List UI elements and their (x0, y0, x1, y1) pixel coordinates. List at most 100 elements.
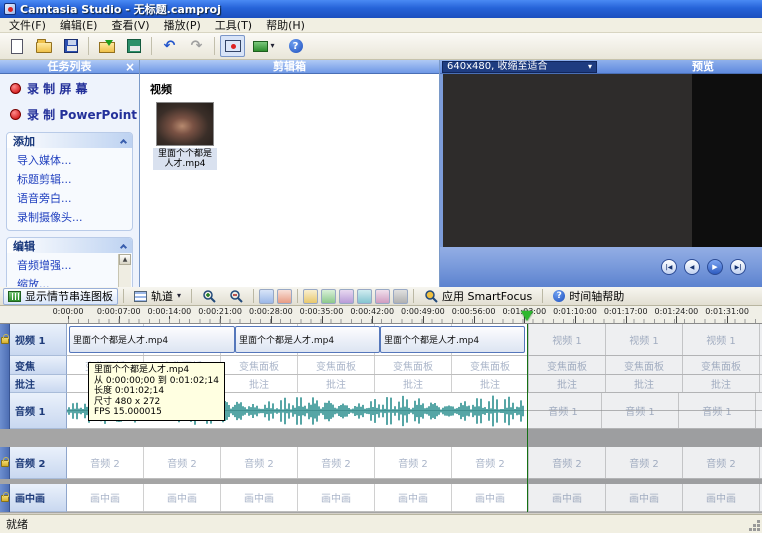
produce-button[interactable] (121, 35, 146, 57)
edit-section-header[interactable]: 编辑 (7, 238, 132, 253)
timeline-toolbar: 显示情节串连图板 轨道 ▾ 应用 SmartFocus ? 时间轴帮助 (0, 287, 762, 306)
save-project-button[interactable] (58, 35, 83, 57)
timeline-clip-1[interactable]: 里面个个都是人才.mp4 (69, 326, 235, 353)
link-title-clips[interactable]: 标题剪辑... (17, 171, 128, 187)
show-storyboard-label: 显示情节串连图板 (25, 288, 113, 304)
record-screen-label: 录 制 屏 幕 (27, 80, 88, 97)
ghost-label: 画中画 (529, 484, 606, 511)
ruler-tick-label: 0:00:42:00 (350, 307, 394, 316)
save-icon (64, 39, 78, 53)
menu-bar: 文件(F) 编辑(E) 查看(V) 播放(P) 工具(T) 帮助(H) (0, 18, 762, 33)
playhead-line[interactable] (527, 324, 528, 512)
close-icon[interactable]: × (125, 60, 135, 74)
split-tool-button[interactable] (259, 289, 274, 304)
timeline-clip-3[interactable]: 里面个个都是人才.mp4 (380, 326, 525, 353)
zoom-keyframe-button[interactable] (321, 289, 336, 304)
ruler-tick-label: 0:00:56:00 (452, 307, 496, 316)
menu-file[interactable]: 文件(F) (2, 17, 53, 33)
track-lock-strip (0, 447, 10, 479)
lock-icon[interactable] (1, 460, 9, 467)
record-dot-icon (10, 83, 21, 94)
resize-grip[interactable] (748, 519, 760, 531)
tracks-icon (134, 291, 147, 302)
add-section-header[interactable]: 添加 (7, 133, 132, 148)
clip-group-label: 视频 (140, 74, 439, 102)
record-screen-toolbar-button[interactable] (220, 35, 245, 57)
zoom-out-button[interactable] (224, 288, 248, 305)
zoom-in-button[interactable] (197, 288, 221, 305)
tooltip-dimensions: 尺寸 480 x 272 (94, 397, 219, 408)
step-forward-button[interactable]: ▶| (730, 259, 746, 275)
task-list-header: 任务列表 × (0, 60, 139, 74)
track-label-audio1: 音频 1 (10, 393, 67, 429)
timeline-clip-2[interactable]: 里面个个都是人才.mp4 (235, 326, 380, 353)
track-content-pip: 画中画画中画画中画画中画画中画画中画画中画画中画画中画 (67, 484, 762, 512)
ruler-tick-label: 0:01:10:00 (553, 307, 597, 316)
preview-zoom-value: 640x480, 收缩至适合 (447, 60, 547, 74)
chevron-down-icon: ▾ (270, 42, 274, 50)
open-project-button[interactable] (31, 35, 56, 57)
storyboard-icon (8, 291, 21, 302)
caption-tool-button[interactable] (339, 289, 354, 304)
new-project-button[interactable] (4, 35, 29, 57)
link-record-camera[interactable]: 录制摄像头... (17, 209, 128, 225)
menu-edit[interactable]: 编辑(E) (53, 17, 105, 33)
produce-share-button[interactable]: ▾ (247, 35, 281, 57)
help-button[interactable]: ? (283, 35, 308, 57)
task-list-title: 任务列表 (48, 60, 92, 74)
cut-tool-button[interactable] (277, 289, 292, 304)
record-powerpoint-button[interactable]: 录 制 PowerPoint (0, 103, 139, 126)
import-media-button[interactable] (94, 35, 119, 57)
scroll-up-icon[interactable]: ▲ (119, 254, 131, 265)
tracks-button[interactable]: 轨道 ▾ (129, 288, 186, 305)
transition-tool-button[interactable] (393, 289, 408, 304)
ghost-label: 批注 (529, 375, 606, 392)
main-toolbar: ↶ ↷ ▾ ? (0, 33, 762, 60)
record-dot-icon (10, 109, 21, 120)
help-icon: ? (553, 290, 565, 302)
ruler-tick-label: 0:00:35:00 (300, 307, 344, 316)
clip-bin-item[interactable]: 里面个个都是人才.mp4 (152, 102, 218, 170)
menu-help[interactable]: 帮助(H) (259, 17, 312, 33)
apply-smartfocus-button[interactable]: 应用 SmartFocus (419, 288, 537, 305)
ghost-label: 音频 2 (529, 447, 606, 478)
lock-icon[interactable] (1, 337, 9, 344)
track-label-callout: 批注 (10, 375, 67, 393)
preview-zoom-select[interactable]: 640x480, 收缩至适合 ▾ (442, 61, 597, 73)
tooltip-fps: FPS 15.000015 (94, 407, 219, 418)
timeline-ruler[interactable]: 0:00:000:00:07:000:00:14:000:00:21:000:0… (0, 306, 762, 324)
track-content-video1: 视频 1视频 1视频 1视频 1视频 1视频 1视频 1视频 1视频 1 里面个… (67, 324, 762, 356)
ghost-label: 画中画 (298, 484, 375, 511)
link-import-media[interactable]: 导入媒体... (17, 152, 128, 168)
clip-tooltip: 里面个个都是人才.mp4 从 0:00:00;00 到 0:01:02;14 长… (88, 362, 225, 421)
step-back-button[interactable]: ◀ (684, 259, 700, 275)
menu-view[interactable]: 查看(V) (104, 17, 156, 33)
link-audio-enhance[interactable]: 音频增强... (17, 257, 128, 273)
ghost-label: 音频 2 (144, 447, 221, 478)
skip-to-start-button[interactable]: |◀ (661, 259, 677, 275)
play-button[interactable]: ▶ (707, 259, 723, 275)
track-content-audio2: 音频 2音频 2音频 2音频 2音频 2音频 2音频 2音频 2音频 2 (67, 447, 762, 479)
link-voice-narration[interactable]: 语音旁白... (17, 190, 128, 206)
record-screen-button[interactable]: 录 制 屏 幕 (0, 77, 139, 100)
edit-section-scrollbar[interactable]: ▲ ▼ (118, 254, 131, 287)
pip-tool-button[interactable] (375, 289, 390, 304)
edit-section: 编辑 音频增强... 缩放... 批注... 过渡效果... 标题... ▲ ▼ (6, 237, 133, 287)
show-storyboard-button[interactable]: 显示情节串连图板 (3, 288, 118, 305)
audio-tool-button[interactable] (357, 289, 372, 304)
undo-button[interactable]: ↶ (157, 35, 182, 57)
menu-tools[interactable]: 工具(T) (208, 17, 259, 33)
track-video1: 视频 1 视频 1视频 1视频 1视频 1视频 1视频 1视频 1视频 1视频 … (0, 324, 762, 356)
callout-tool-button[interactable] (303, 289, 318, 304)
record-screen-icon (225, 40, 241, 52)
menu-play[interactable]: 播放(P) (157, 17, 208, 33)
title-bar[interactable]: Camtasia Studio - 无标题.camproj (0, 0, 762, 18)
redo-button[interactable]: ↷ (184, 35, 209, 57)
preview-video-area (443, 74, 692, 247)
link-zoom[interactable]: 缩放... (17, 276, 128, 287)
ghost-row: 音频 2音频 2音频 2音频 2音频 2音频 2音频 2音频 2音频 2 (67, 447, 760, 478)
playhead-marker[interactable] (521, 311, 533, 321)
timeline-help-button[interactable]: ? 时间轴帮助 (548, 288, 629, 305)
track-pip: 画中画 画中画画中画画中画画中画画中画画中画画中画画中画画中画 (0, 484, 762, 512)
lock-icon[interactable] (1, 495, 9, 502)
